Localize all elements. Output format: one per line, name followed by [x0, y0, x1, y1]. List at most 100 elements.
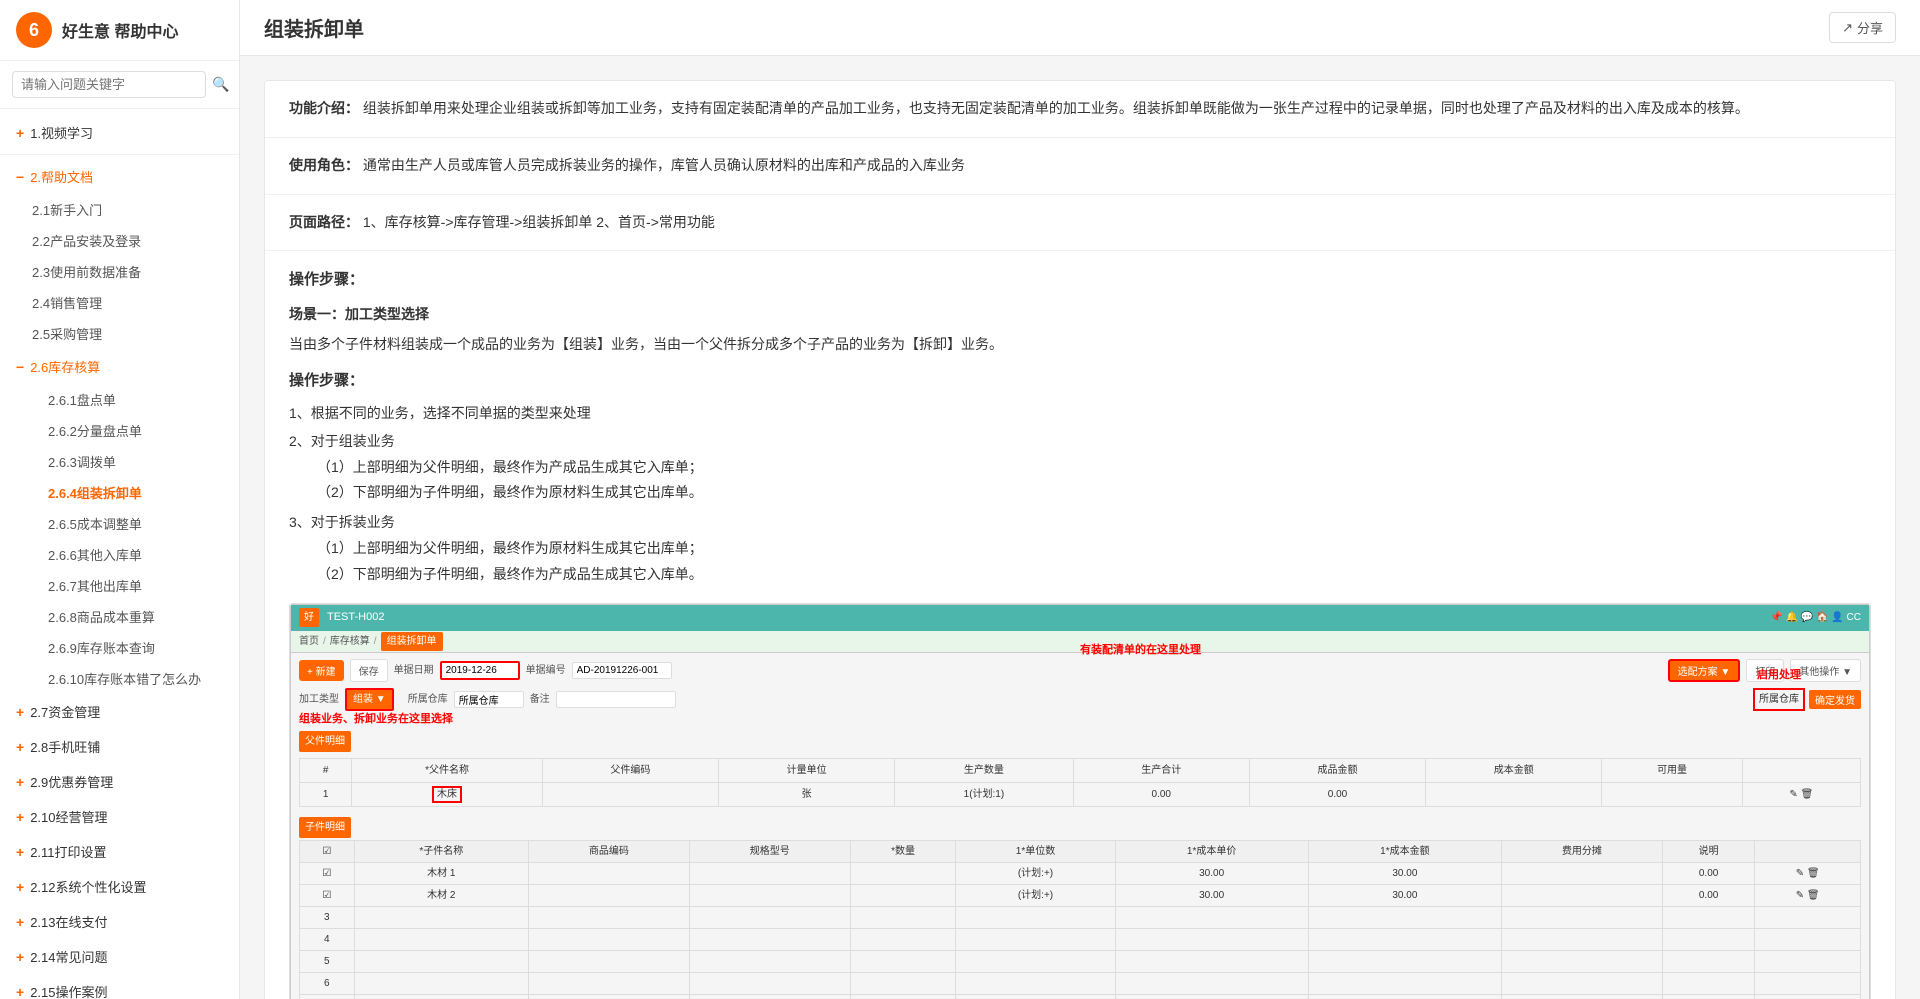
mock-enabled-input: 所属仓库: [1753, 688, 1805, 711]
plus-icon-9: +: [16, 914, 24, 930]
plus-icon: +: [16, 125, 24, 141]
minus-icon: −: [16, 169, 24, 185]
mock-warehouse-input[interactable]: [454, 691, 524, 708]
sidebar-item-help-docs[interactable]: − 2.帮助文档: [0, 159, 239, 194]
sidebar-item-print[interactable]: + 2.11打印设置: [0, 834, 239, 869]
main-content: 组装拆卸单 ↗ 分享 功能介绍： 组装拆卸单用来处理企业组装或拆卸等加工业务，支…: [240, 0, 1920, 999]
sidebar-item-cost-recalc[interactable]: 2.6.8商品成本重算: [0, 601, 239, 632]
mock-std-name: 木材 1: [354, 862, 528, 884]
step2: 2、对于组装业务: [289, 430, 1871, 454]
share-button[interactable]: ↗ 分享: [1829, 12, 1896, 43]
intro-label: 功能介绍：: [289, 100, 359, 116]
sidebar-item-coupon[interactable]: + 2.9优惠券管理: [0, 764, 239, 799]
mock-process-btn[interactable]: 选配方案 ▼: [1668, 659, 1741, 682]
mock-id-input[interactable]: [572, 662, 672, 679]
table-row: 6: [300, 972, 1861, 994]
mock-child-area: 子件明细 无固定清单可以在这里录入 ☑ *子件名称 商品: [299, 817, 1861, 999]
sidebar-item-data-prep[interactable]: 2.3使用前数据准备: [0, 256, 239, 287]
ops-title: 操作步骤：: [289, 267, 1871, 293]
table-row: 3: [300, 906, 1861, 928]
nav-list: + 1.视频学习 − 2.帮助文档 2.1新手入门 2.2产品安装及登录 2.3…: [0, 109, 239, 999]
mock-remark-input[interactable]: [556, 691, 676, 708]
mock-td-unit: 张: [719, 782, 895, 806]
mock-sth-note: 说明: [1662, 840, 1754, 862]
annotation-top-right: 有装配清单的在这里处理: [1080, 641, 1201, 660]
mock-std-note: 0.00: [1662, 862, 1754, 884]
mock-titlebar: 好 TEST-H002 📌 🔔 💬 🏠 👤 CC: [291, 605, 1869, 631]
mock-std-check: ☑: [300, 862, 355, 884]
sidebar-item-inv-fix[interactable]: 2.6.10库存账本错了怎么办: [0, 663, 239, 694]
sidebar-item-ops[interactable]: + 2.10经营管理: [0, 799, 239, 834]
mock-table-area: 父件明细 # *父件名称 父件编码 计量单位 生产数量: [299, 731, 1861, 999]
mock-td-code: [542, 782, 718, 806]
mock-th-code: 父件编码: [542, 758, 718, 782]
plus-icon-8: +: [16, 879, 24, 895]
search-button[interactable]: 🔍: [212, 76, 229, 93]
mock-sth-unit-qty: 1*单位数: [956, 840, 1115, 862]
mock-std-cost-amt: 30.00: [1308, 862, 1501, 884]
mock-std-cost-price: 30.00: [1115, 862, 1308, 884]
nav-item-label: 2.帮助文档: [30, 167, 93, 186]
step3: 3、对于拆装业务: [289, 511, 1871, 535]
mock-std-actions: ✎ 🗑: [1755, 862, 1861, 884]
table-row: 4: [300, 928, 1861, 950]
sidebar-item-stocktake[interactable]: 2.6.1盘点单: [0, 384, 239, 415]
search-box: 🔍: [0, 61, 239, 109]
nav-item-label: 2.9优惠券管理: [30, 772, 113, 791]
sidebar-item-install[interactable]: 2.2产品安装及登录: [0, 225, 239, 256]
mock-sth-cost-amt: 1*成本金额: [1308, 840, 1501, 862]
step1: 1、根据不同的业务，选择不同单据的类型来处理: [289, 402, 1871, 426]
mock-td-total: 0.00: [1073, 782, 1249, 806]
sidebar-item-faq[interactable]: + 2.14常见问题: [0, 939, 239, 974]
table-row: ☑ 木材 2 (计划:+) 30.00 30.00: [300, 884, 1861, 906]
sidebar-item-partial-stocktake[interactable]: 2.6.2分量盘点单: [0, 415, 239, 446]
mock-th-seq: #: [300, 758, 352, 782]
sidebar-item-video-learning[interactable]: + 1.视频学习: [0, 115, 239, 150]
screenshot-container: 好 TEST-H002 📌 🔔 💬 🏠 👤 CC 首页 / 库存核算 / 组装拆…: [289, 603, 1871, 999]
sidebar-item-sales[interactable]: 2.4销售管理: [0, 287, 239, 318]
step3-sub2: （2）下部明细为子件明细，最终作为产成品生成其它入库单。: [317, 563, 1871, 587]
sidebar-item-inv-ledger[interactable]: 2.6.9库存账本查询: [0, 632, 239, 663]
mock-type-row: 加工类型 组装 ▼ 所属仓库 备注 所属仓库 确定发货: [299, 688, 1861, 711]
mock-td-prod-cost: 0.00: [1249, 782, 1425, 806]
sidebar-item-mobile[interactable]: + 2.8手机旺铺: [0, 729, 239, 764]
sidebar-item-payment[interactable]: + 2.13在线支付: [0, 904, 239, 939]
sidebar-item-cases[interactable]: + 2.15操作案例: [0, 974, 239, 999]
search-input[interactable]: [12, 71, 206, 98]
plus-icon-5: +: [16, 774, 24, 790]
mock-active-tab: 组装拆卸单: [381, 632, 443, 651]
mock-sth-cost-price: 1*成本单价: [1115, 840, 1308, 862]
table-row: ☑ 木材 1 (计划:+) 30.00 30.00: [300, 862, 1861, 884]
mock-type-select[interactable]: 组装 ▼: [345, 688, 394, 711]
mock-confirm-btn[interactable]: 确定发货: [1809, 690, 1861, 709]
mock-std-alloc: [1502, 862, 1663, 884]
sidebar-item-cost-adj[interactable]: 2.6.5成本调整单: [0, 508, 239, 539]
mock-child-header: 子件明细: [299, 817, 351, 838]
mock-new-btn[interactable]: + 新建: [299, 660, 344, 681]
sidebar-item-finance[interactable]: + 2.7资金管理: [0, 694, 239, 729]
share-label: 分享: [1857, 18, 1883, 37]
sidebar-item-inventory[interactable]: − 2.6库存核算: [0, 349, 239, 384]
mock-date-input[interactable]: [440, 661, 520, 680]
app-title: 好生意 帮助中心: [62, 18, 178, 42]
sidebar-item-transfer[interactable]: 2.6.3调拨单: [0, 446, 239, 477]
sidebar-item-personalize[interactable]: + 2.12系统个性化设置: [0, 869, 239, 904]
mock-td-mat-cost: [1426, 782, 1602, 806]
top-bar: 组装拆卸单 ↗ 分享: [240, 0, 1920, 56]
path-block: 页面路径： 1、库存核算->库存管理->组装拆卸单 2、首页->常用功能: [265, 195, 1895, 252]
mock-std-qty: [850, 862, 956, 884]
mock-parent-header: 父件明细: [299, 731, 351, 752]
sidebar-item-beginner[interactable]: 2.1新手入门: [0, 194, 239, 225]
mock-save-btn[interactable]: 保存: [350, 659, 388, 682]
sidebar-item-purchase[interactable]: 2.5采购管理: [0, 318, 239, 349]
sidebar-item-assembly[interactable]: 2.6.4组装拆卸单: [0, 477, 239, 508]
mock-std-unit-qty: (计划:+): [956, 862, 1115, 884]
mock-td-seq: 1: [300, 782, 352, 806]
sidebar-item-other-in[interactable]: 2.6.6其他入库单: [0, 539, 239, 570]
mock-enabled-area: 所属仓库 确定发货: [1753, 688, 1861, 711]
mock-date-label: 单据日期: [394, 662, 434, 679]
path-text: 1、库存核算->库存管理->组装拆卸单 2、首页->常用功能: [363, 214, 715, 230]
step3-subs: （1）上部明细为父件明细，最终作为原材料生成其它出库单； （2）下部明细为子件明…: [289, 537, 1871, 587]
sidebar-item-other-out[interactable]: 2.6.7其他出库单: [0, 570, 239, 601]
mock-id-label: 单据编号: [526, 662, 566, 679]
